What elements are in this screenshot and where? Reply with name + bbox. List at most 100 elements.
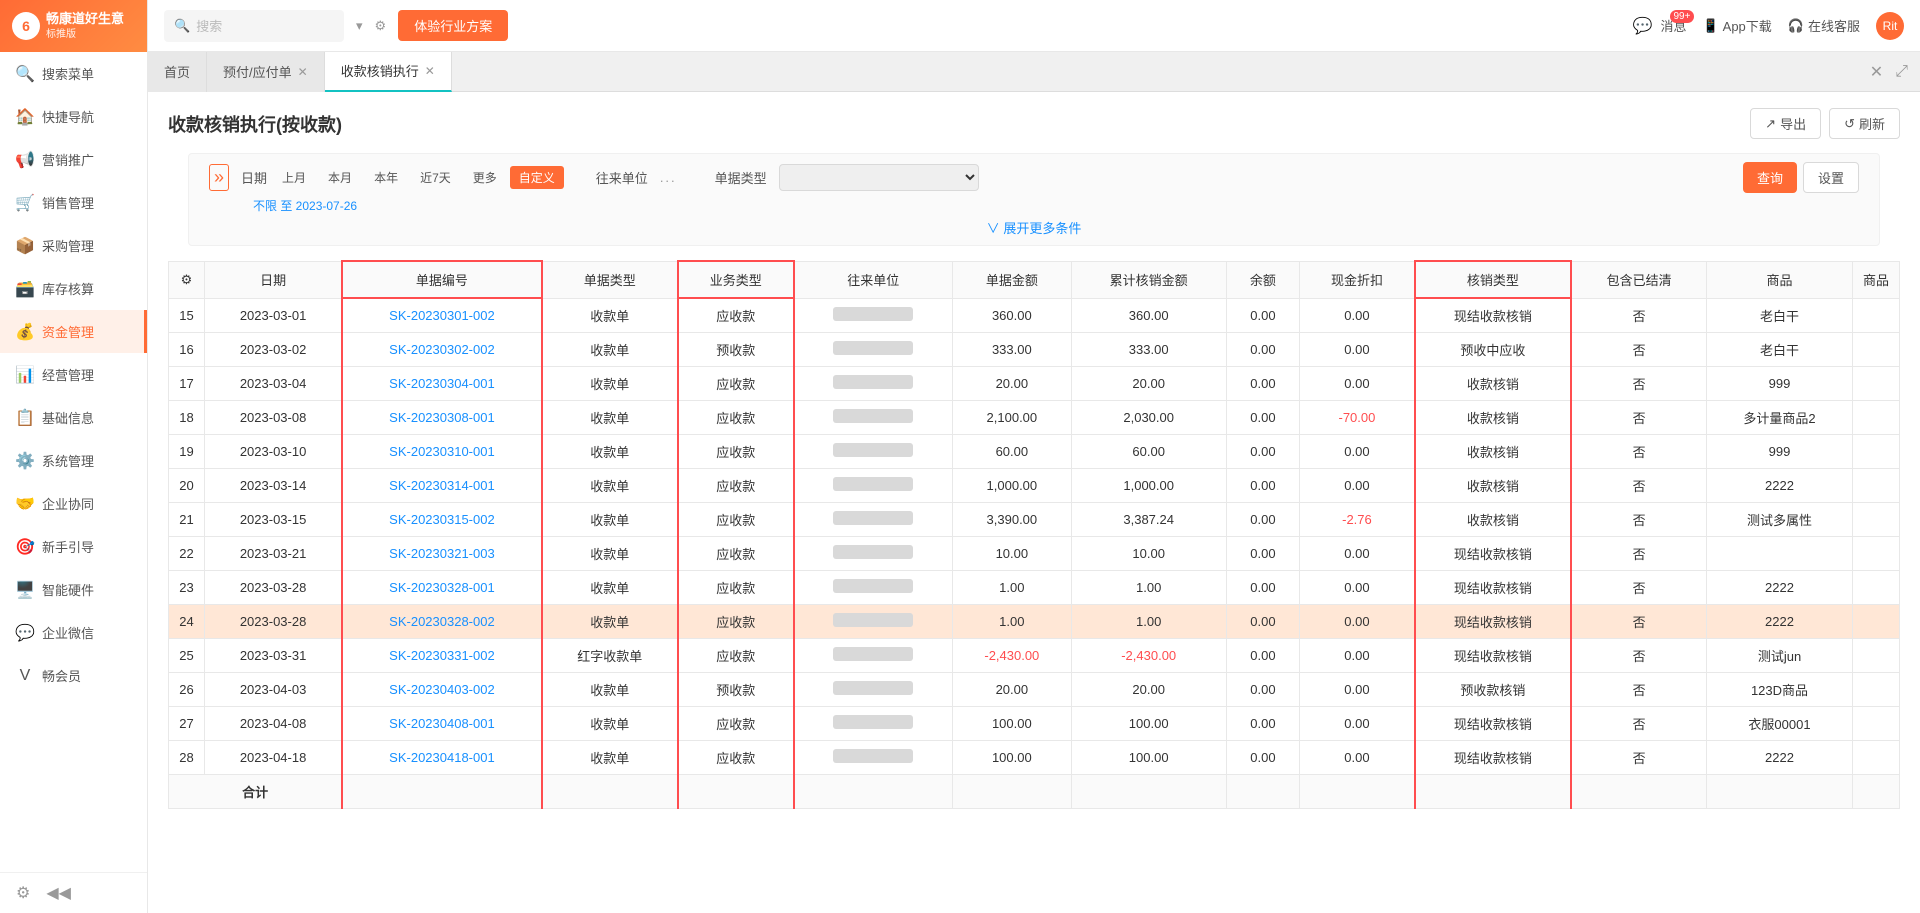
doc-no-link[interactable]: SK-20230328-001 — [389, 580, 495, 595]
cell-balance: 0.00 — [1226, 435, 1300, 469]
cell-biztype: 应收款 — [678, 435, 794, 469]
sidebar-item-operations[interactable]: 📊 经营管理 — [0, 353, 147, 396]
gear-icon[interactable]: ⚙ — [181, 272, 193, 287]
cell-cumulative: 100.00 — [1071, 741, 1226, 775]
tab-maximize-icon[interactable]: ⤢ — [1895, 63, 1908, 81]
doc-no-link[interactable]: SK-20230408-001 — [389, 716, 495, 731]
sidebar-item-search[interactable]: 🔍 搜索菜单 — [0, 52, 147, 95]
sales-icon: 🛒 — [16, 194, 34, 212]
header-search-box[interactable]: 🔍 搜索 — [164, 10, 344, 42]
sidebar-item-finance[interactable]: 💰 资金管理 — [0, 310, 147, 353]
user-avatar[interactable]: Rit — [1876, 12, 1904, 40]
sidebar-item-guide[interactable]: 🎯 新手引导 — [0, 525, 147, 568]
cell-balance: 0.00 — [1226, 503, 1300, 537]
date-this-month-btn[interactable]: 本月 — [319, 166, 361, 189]
system-icon: ⚙️ — [16, 452, 34, 470]
expand-more-icon: ∨ — [987, 221, 1000, 236]
gear-icon[interactable]: ⚙ — [375, 18, 387, 34]
settings-icon[interactable]: ⚙ — [16, 883, 30, 903]
tab-collection[interactable]: 收款核销执行 ✕ — [325, 52, 452, 92]
doc-no-link[interactable]: SK-20230328-002 — [389, 614, 495, 629]
tab-collection-close-icon[interactable]: ✕ — [425, 64, 435, 78]
sidebar-item-sales[interactable]: 🛒 销售管理 — [0, 181, 147, 224]
table-row: 23 2023-03-28 SK-20230328-001 收款单 应收款 1.… — [169, 571, 1900, 605]
cell-partner — [794, 571, 953, 605]
cell-partner — [794, 401, 953, 435]
date-custom-btn[interactable]: 自定义 — [510, 166, 564, 189]
sidebar-item-wechat[interactable]: 💬 企业微信 — [0, 611, 147, 654]
doc-no-link[interactable]: SK-20230302-002 — [389, 342, 495, 357]
cell-doctype: 收款单 — [542, 367, 678, 401]
sidebar-item-inventory[interactable]: 🗃️ 库存核算 — [0, 267, 147, 310]
online-service[interactable]: 🎧 在线客服 — [1788, 16, 1860, 35]
tab-close-all-icon[interactable]: ✕ — [1870, 62, 1883, 82]
date-last-month-btn[interactable]: 上月 — [273, 166, 315, 189]
col-gear-header[interactable]: ⚙ — [169, 261, 205, 298]
sidebar-item-basic[interactable]: 📋 基础信息 — [0, 396, 147, 439]
sidebar-item-system[interactable]: ⚙️ 系统管理 — [0, 439, 147, 482]
refresh-button[interactable]: ↺ 刷新 — [1829, 108, 1900, 139]
cell-discount: 0.00 — [1300, 707, 1415, 741]
filter-expand-icon[interactable]: » — [209, 164, 229, 191]
dropdown-arrow-icon[interactable]: ▾ — [356, 18, 363, 34]
sidebar-item-quicknav[interactable]: 🏠 快捷导航 — [0, 95, 147, 138]
date-more-btn[interactable]: 更多 — [464, 166, 506, 189]
cell-discount: 0.00 — [1300, 571, 1415, 605]
doc-no-link[interactable]: SK-20230315-002 — [389, 512, 495, 527]
sidebar-item-corp[interactable]: 🤝 企业协同 — [0, 482, 147, 525]
cell-goods2 — [1852, 605, 1899, 639]
industry-solution-button[interactable]: 体验行业方案 — [398, 10, 508, 41]
cell-balance: 0.00 — [1226, 605, 1300, 639]
cell-no: 21 — [169, 503, 205, 537]
logo-text: 畅康道好生意 标推版 — [46, 11, 124, 41]
cell-goods2 — [1852, 639, 1899, 673]
doc-no-link[interactable]: SK-20230403-002 — [389, 682, 495, 697]
page-header: 收款核销执行(按收款) ↗ 导出 ↺ 刷新 — [148, 92, 1920, 147]
export-button[interactable]: ↗ 导出 — [1750, 108, 1821, 139]
table-row: 16 2023-03-02 SK-20230302-002 收款单 预收款 33… — [169, 333, 1900, 367]
cell-discount: 0.00 — [1300, 741, 1415, 775]
query-button[interactable]: 查询 — [1743, 162, 1797, 193]
sidebar-item-marketing[interactable]: 📢 营销推广 — [0, 138, 147, 181]
cell-includecleared: 否 — [1571, 571, 1706, 605]
message-badge[interactable]: 💬 99+ 消息 — [1633, 16, 1687, 36]
app-download[interactable]: 📱 App下载 — [1702, 16, 1771, 35]
settings-button[interactable]: 设置 — [1803, 162, 1859, 193]
cell-goods: 123D商品 — [1707, 673, 1853, 707]
cell-balance: 0.00 — [1226, 469, 1300, 503]
page-title: 收款核销执行(按收款) — [168, 111, 342, 137]
expand-more[interactable]: ∨ 展开更多条件 — [209, 218, 1859, 237]
cell-docno: SK-20230315-002 — [342, 503, 542, 537]
cell-goods2 — [1852, 367, 1899, 401]
collapse-icon[interactable]: ◀◀ — [46, 883, 71, 903]
tab-payable-close-icon[interactable]: ✕ — [298, 65, 308, 79]
purchase-icon: 📦 — [16, 237, 34, 255]
total-label: 合计 — [169, 775, 343, 809]
date-7days-btn[interactable]: 近7天 — [411, 166, 460, 189]
doc-no-link[interactable]: SK-20230301-002 — [389, 308, 495, 323]
cell-date: 2023-03-15 — [205, 503, 343, 537]
col-canceltype-header: 核销类型 — [1415, 261, 1571, 298]
page-actions: ↗ 导出 ↺ 刷新 — [1750, 108, 1900, 139]
doc-no-link[interactable]: SK-20230331-002 — [389, 648, 495, 663]
cell-partner — [794, 741, 953, 775]
cell-docno: SK-20230304-001 — [342, 367, 542, 401]
sidebar-item-member[interactable]: V 畅会员 — [0, 654, 147, 697]
table-row: 15 2023-03-01 SK-20230301-002 收款单 应收款 36… — [169, 298, 1900, 333]
sidebar-item-purchase[interactable]: 📦 采购管理 — [0, 224, 147, 267]
cell-includecleared: 否 — [1571, 639, 1706, 673]
doc-no-link[interactable]: SK-20230321-003 — [389, 546, 495, 561]
sidebar-item-hardware[interactable]: 🖥️ 智能硬件 — [0, 568, 147, 611]
doc-no-link[interactable]: SK-20230314-001 — [389, 478, 495, 493]
doc-no-link[interactable]: SK-20230310-001 — [389, 444, 495, 459]
cell-goods — [1707, 537, 1853, 571]
cell-balance: 0.00 — [1226, 367, 1300, 401]
tab-home[interactable]: 首页 — [148, 52, 207, 92]
doc-no-link[interactable]: SK-20230304-001 — [389, 376, 495, 391]
date-this-year-btn[interactable]: 本年 — [365, 166, 407, 189]
doc-no-link[interactable]: SK-20230418-001 — [389, 750, 495, 765]
doc-type-select[interactable] — [779, 164, 979, 191]
doc-no-link[interactable]: SK-20230308-001 — [389, 410, 495, 425]
tab-payable[interactable]: 预付/应付单 ✕ — [207, 52, 325, 92]
logo: 6 畅康道好生意 标推版 — [0, 0, 147, 52]
